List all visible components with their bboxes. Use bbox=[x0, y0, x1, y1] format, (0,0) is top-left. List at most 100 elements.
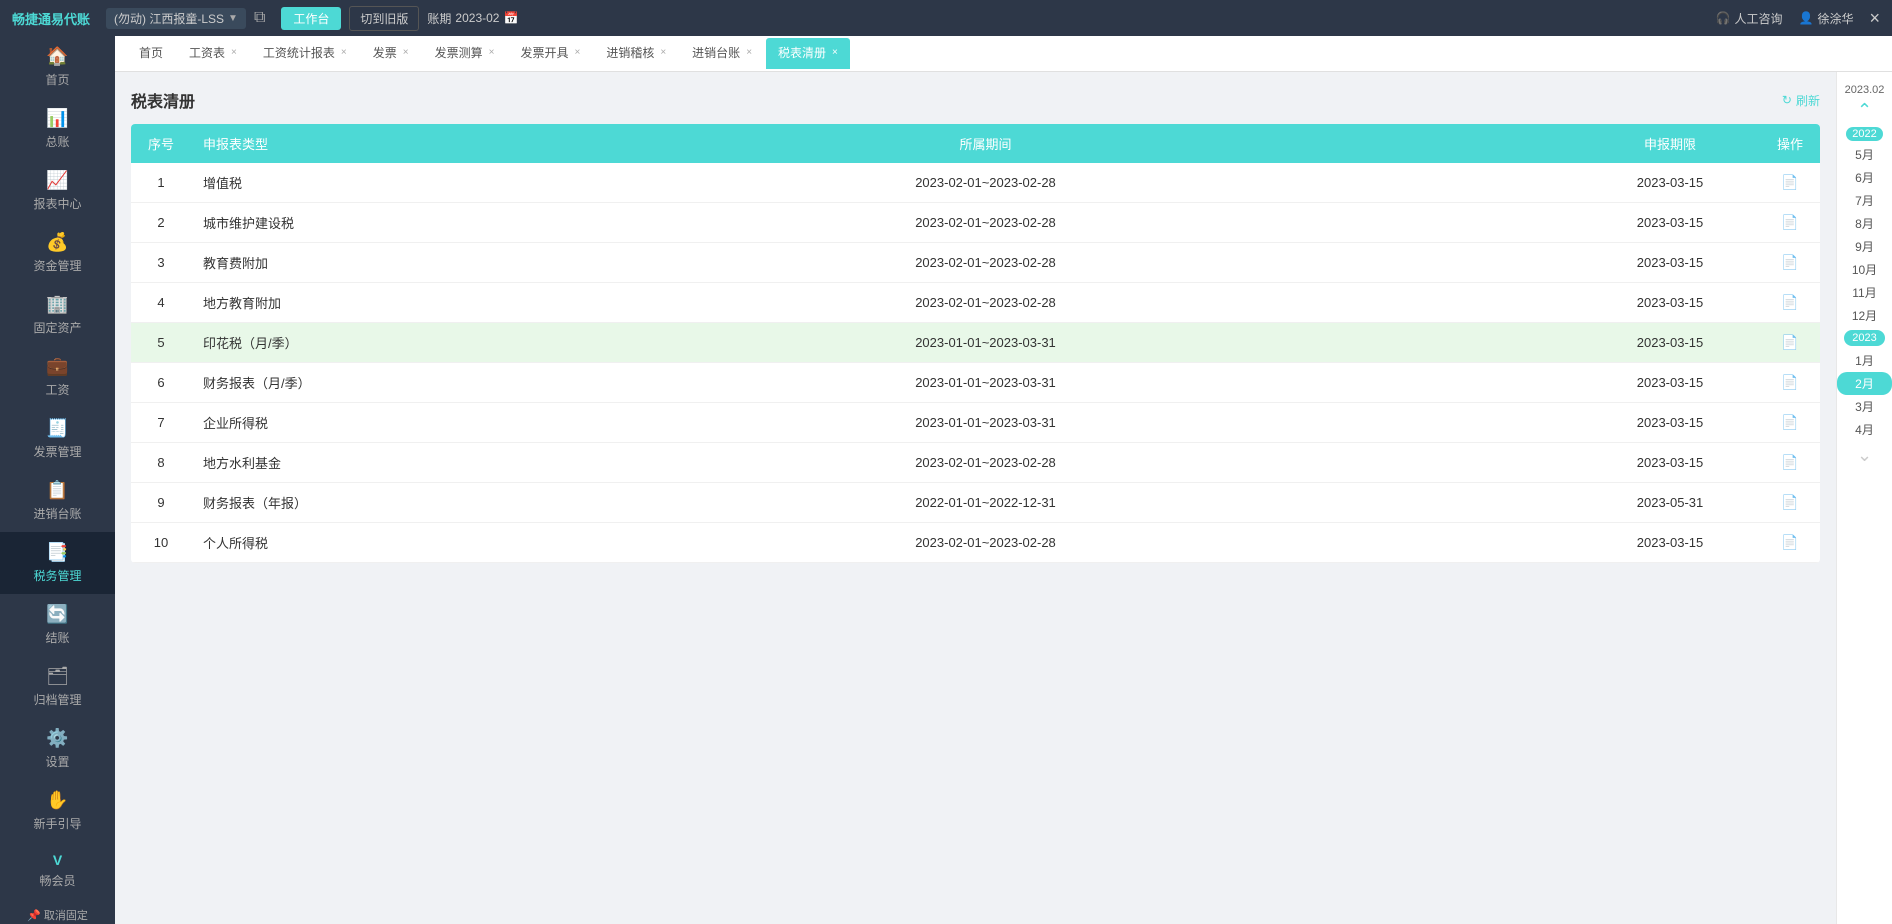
tab-home[interactable]: 首页 bbox=[127, 38, 175, 69]
file-icon[interactable]: 📄 bbox=[1781, 454, 1798, 470]
sidebar-item-purchase-ledger[interactable]: 📋 进销台账 bbox=[0, 470, 115, 532]
sidebar-item-fixed-assets[interactable]: 🏢 固定资产 bbox=[0, 284, 115, 346]
cell-period: 2023-02-01~2023-02-28 bbox=[391, 163, 1580, 203]
year-2022-label[interactable]: 2022 bbox=[1846, 127, 1882, 141]
cell-deadline: 2023-03-15 bbox=[1580, 443, 1760, 483]
file-icon[interactable]: 📄 bbox=[1781, 334, 1798, 350]
cell-action[interactable]: 📄 bbox=[1760, 363, 1820, 403]
col-action: 操作 bbox=[1760, 124, 1820, 163]
cell-deadline: 2023-03-15 bbox=[1580, 523, 1760, 563]
tab-close-icon[interactable]: × bbox=[341, 47, 347, 58]
month-jun[interactable]: 6月 bbox=[1837, 166, 1892, 189]
panel-scroll-up-button[interactable]: ⌃ bbox=[1857, 100, 1872, 121]
sidebar-item-label: 报表中心 bbox=[33, 195, 81, 212]
table-row: 1 增值税 2023-02-01~2023-02-28 2023-03-15 📄 bbox=[131, 163, 1820, 203]
tab-label: 发票开具 bbox=[520, 44, 568, 61]
tab-close-icon[interactable]: × bbox=[746, 47, 752, 58]
company-selector[interactable]: (勿动) 江西报童-LSS ▼ bbox=[106, 8, 246, 29]
page-header: 税表清册 ↻ 刷新 bbox=[131, 88, 1820, 112]
panel-scroll-down-button[interactable]: ⌄ bbox=[1857, 445, 1872, 466]
tab-close-icon[interactable]: × bbox=[832, 47, 838, 58]
file-icon[interactable]: 📄 bbox=[1781, 254, 1798, 270]
table-row: 2 城市维护建设税 2023-02-01~2023-02-28 2023-03-… bbox=[131, 203, 1820, 243]
calendar-icon[interactable]: 📅 bbox=[503, 11, 518, 25]
month-apr[interactable]: 4月 bbox=[1837, 418, 1892, 441]
tab-close-icon[interactable]: × bbox=[660, 47, 666, 58]
workbench-button[interactable]: 工作台 bbox=[281, 7, 341, 30]
year-2023-label[interactable]: 2023 bbox=[1844, 330, 1884, 346]
tab-label: 进销稽核 bbox=[606, 44, 654, 61]
cell-type: 地方教育附加 bbox=[191, 283, 391, 323]
tab-close-icon[interactable]: × bbox=[231, 47, 237, 58]
month-aug[interactable]: 8月 bbox=[1837, 212, 1892, 235]
tab-purchase-account[interactable]: 进销台账 × bbox=[680, 38, 764, 69]
cell-action[interactable]: 📄 bbox=[1760, 523, 1820, 563]
app-logo: 畅捷通易代账 bbox=[12, 9, 90, 28]
table-row: 4 地方教育附加 2023-02-01~2023-02-28 2023-03-1… bbox=[131, 283, 1820, 323]
table-row: 9 财务报表（年报） 2022-01-01~2022-12-31 2023-05… bbox=[131, 483, 1820, 523]
sidebar-item-archive[interactable]: 🗂 归档管理 bbox=[0, 656, 115, 718]
month-sep[interactable]: 9月 bbox=[1837, 235, 1892, 258]
cell-no: 5 bbox=[131, 323, 191, 363]
close-button[interactable]: × bbox=[1869, 8, 1880, 29]
month-may[interactable]: 5月 bbox=[1837, 143, 1892, 166]
tab-close-icon[interactable]: × bbox=[574, 47, 580, 58]
month-oct[interactable]: 10月 bbox=[1837, 258, 1892, 281]
sidebar-item-guide[interactable]: ✋ 新手引导 bbox=[0, 780, 115, 842]
sidebar-item-salary[interactable]: 💼 工资 bbox=[0, 346, 115, 408]
file-icon[interactable]: 📄 bbox=[1781, 494, 1798, 510]
file-icon[interactable]: 📄 bbox=[1781, 294, 1798, 310]
switch-button[interactable]: 切到旧版 bbox=[349, 6, 419, 31]
cell-action[interactable]: 📄 bbox=[1760, 163, 1820, 203]
sidebar-item-label: 进销台账 bbox=[33, 505, 81, 522]
cell-period: 2022-01-01~2022-12-31 bbox=[391, 483, 1580, 523]
tab-invoice[interactable]: 发票 × bbox=[361, 38, 421, 69]
tab-purchase-audit[interactable]: 进销稽核 × bbox=[594, 38, 678, 69]
sidebar-item-home[interactable]: 🏠 首页 bbox=[0, 36, 115, 98]
file-icon[interactable]: 📄 bbox=[1781, 414, 1798, 430]
cell-deadline: 2023-03-15 bbox=[1580, 323, 1760, 363]
cell-action[interactable]: 📄 bbox=[1760, 283, 1820, 323]
tab-tax-register[interactable]: 税表清册 × bbox=[766, 38, 850, 69]
cell-action[interactable]: 📄 bbox=[1760, 483, 1820, 523]
file-icon[interactable]: 📄 bbox=[1781, 174, 1798, 190]
tab-close-icon[interactable]: × bbox=[489, 47, 495, 58]
sidebar-item-settings[interactable]: ⚙️ 设置 bbox=[0, 718, 115, 780]
sidebar-item-settlement[interactable]: 🔄 结账 bbox=[0, 594, 115, 656]
cell-action[interactable]: 📄 bbox=[1760, 203, 1820, 243]
sidebar-item-tax-mgmt[interactable]: 📑 税务管理 bbox=[0, 532, 115, 594]
user-profile-button[interactable]: 👤 徐涂华 bbox=[1799, 10, 1854, 27]
tab-invoice-open[interactable]: 发票开具 × bbox=[508, 38, 592, 69]
sidebar-item-invoice-mgmt[interactable]: 🧾 发票管理 bbox=[0, 408, 115, 470]
month-feb[interactable]: 2月 bbox=[1837, 372, 1892, 395]
cell-period: 2023-02-01~2023-02-28 bbox=[391, 243, 1580, 283]
sidebar-item-fund[interactable]: 💰 资金管理 bbox=[0, 222, 115, 284]
user-service-button[interactable]: 🎧 人工咨询 bbox=[1716, 10, 1783, 27]
month-jul[interactable]: 7月 bbox=[1837, 189, 1892, 212]
month-jan[interactable]: 1月 bbox=[1837, 349, 1892, 372]
sidebar-item-report[interactable]: 📈 报表中心 bbox=[0, 160, 115, 222]
month-dec[interactable]: 12月 bbox=[1837, 304, 1892, 327]
sidebar-item-ledger[interactable]: 📊 总账 bbox=[0, 98, 115, 160]
tab-payroll-stats[interactable]: 工资统计报表 × bbox=[251, 38, 359, 69]
tab-label: 工资统计报表 bbox=[263, 44, 335, 61]
period-info: 账期 2023-02 📅 bbox=[427, 10, 518, 27]
sidebar-item-vip[interactable]: V 畅会员 bbox=[0, 842, 115, 899]
table-row: 3 教育费附加 2023-02-01~2023-02-28 2023-03-15… bbox=[131, 243, 1820, 283]
cell-action[interactable]: 📄 bbox=[1760, 403, 1820, 443]
cell-action[interactable]: 📄 bbox=[1760, 323, 1820, 363]
fixed-assets-icon: 🏢 bbox=[46, 294, 68, 315]
tab-payroll[interactable]: 工资表 × bbox=[177, 38, 249, 69]
month-mar[interactable]: 3月 bbox=[1837, 395, 1892, 418]
tab-close-icon[interactable]: × bbox=[403, 47, 409, 58]
month-nov[interactable]: 11月 bbox=[1837, 281, 1892, 304]
cell-type: 增值税 bbox=[191, 163, 391, 203]
file-icon[interactable]: 📄 bbox=[1781, 214, 1798, 230]
tab-invoice-calc[interactable]: 发票测算 × bbox=[423, 38, 507, 69]
refresh-button[interactable]: ↻ 刷新 bbox=[1782, 92, 1820, 109]
cell-action[interactable]: 📄 bbox=[1760, 243, 1820, 283]
file-icon[interactable]: 📄 bbox=[1781, 374, 1798, 390]
sidebar-unpin-button[interactable]: 📌 取消固定 bbox=[0, 899, 115, 924]
cell-action[interactable]: 📄 bbox=[1760, 443, 1820, 483]
file-icon[interactable]: 📄 bbox=[1781, 534, 1798, 550]
